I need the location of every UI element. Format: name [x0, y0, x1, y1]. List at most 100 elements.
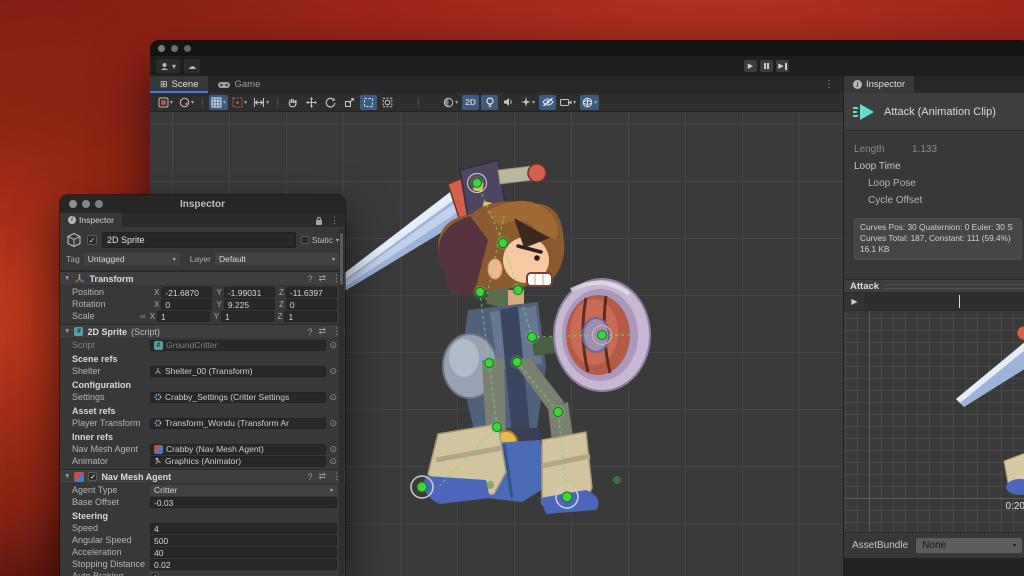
angular-speed-field[interactable]: 500 — [150, 535, 337, 546]
hidden-objects-toggle[interactable] — [539, 95, 556, 110]
lock-icon[interactable] — [315, 216, 323, 226]
object-picker-icon[interactable]: ⊙ — [329, 456, 337, 467]
loop-pose-row[interactable]: Loop Pose — [854, 175, 1022, 192]
preview-header[interactable]: Attack — [844, 279, 1024, 293]
script-object-field[interactable]: # GroundCritter — [150, 340, 326, 351]
stopping-distance-field[interactable]: 0.02 — [150, 559, 337, 570]
object-picker-icon[interactable]: ⊙ — [329, 444, 337, 455]
playhead[interactable] — [959, 295, 960, 308]
acceleration-field[interactable]: 40 — [150, 547, 337, 558]
cycle-offset-row[interactable]: Cycle Offset — [854, 192, 1022, 209]
auto-braking-checkbox[interactable]: ✓ — [150, 572, 159, 576]
close-window-button[interactable] — [69, 200, 77, 208]
tab-game[interactable]: Game — [208, 76, 270, 93]
tool-move-button[interactable] — [303, 95, 320, 110]
static-checkbox[interactable]: ✓ — [301, 236, 309, 244]
object-picker-icon[interactable]: ⊙ — [329, 418, 337, 429]
position-y-field[interactable]: -1.99031 — [224, 287, 275, 298]
window-titlebar[interactable] — [150, 40, 1024, 56]
presets-icon[interactable]: ⇄ — [318, 326, 326, 337]
play-button[interactable]: ▶ — [744, 60, 757, 72]
foldout-arrow-icon[interactable]: ▼ — [64, 473, 70, 480]
component-enabled-checkbox[interactable]: ✓ — [88, 472, 97, 481]
transform-component-header[interactable]: ▼ Transform ?⇄⋮ — [60, 271, 345, 286]
account-button[interactable]: ▾ — [156, 59, 180, 73]
knight-sprite[interactable] — [290, 142, 690, 562]
scale-y-field[interactable]: 1 — [221, 311, 274, 322]
gameobject-name-field[interactable]: 2D Sprite — [102, 232, 296, 248]
position-z-field[interactable]: -11.6397 — [286, 287, 337, 298]
static-control[interactable]: ✓ Static ▾ — [301, 235, 339, 245]
link-scale-icon[interactable]: ∞ — [140, 312, 146, 321]
tab-inspector[interactable]: i Inspector — [60, 213, 122, 227]
speed-field[interactable]: 4 — [150, 523, 337, 534]
object-picker-icon[interactable]: ⊙ — [329, 392, 337, 403]
foldout-arrow-icon[interactable]: ▼ — [64, 328, 70, 335]
tab-inspector[interactable]: i Inspector — [844, 76, 914, 93]
zoom-window-button[interactable] — [184, 45, 191, 52]
presets-icon[interactable]: ⇄ — [318, 273, 326, 284]
minimize-window-button[interactable] — [82, 200, 90, 208]
layer-dropdown[interactable]: Default▾ — [215, 253, 339, 265]
close-window-button[interactable] — [158, 45, 165, 52]
scale-z-field[interactable]: 1 — [284, 311, 337, 322]
agent-type-dropdown[interactable]: Critter▾ — [150, 485, 337, 496]
scale-x-field[interactable]: 1 — [157, 311, 210, 322]
player-transform-object-field[interactable]: Transform_Wondu (Transform Ar — [150, 418, 326, 429]
render-doc-dropdown[interactable]: ▾ — [441, 95, 460, 110]
scene-camera-dropdown[interactable]: ▾ — [558, 95, 578, 110]
script-component-header[interactable]: ▼ # 2D Sprite (Script) ?⇄⋮ — [60, 324, 345, 339]
step-button[interactable]: ▶ — [776, 60, 789, 72]
tool-rect-button[interactable] — [360, 95, 377, 110]
scene-lighting-toggle[interactable] — [481, 95, 498, 110]
gizmo-view-dropdown[interactable]: ▾ — [177, 95, 196, 110]
navmesh-component-header[interactable]: ▼ ✓ Nav Mesh Agent ?⇄⋮ — [60, 469, 345, 484]
position-x-field[interactable]: -21.6870 — [161, 287, 212, 298]
zoom-window-button[interactable] — [95, 200, 103, 208]
grid-snap-dropdown[interactable]: ▾ — [251, 95, 271, 110]
minimize-window-button[interactable] — [171, 45, 178, 52]
base-offset-field[interactable]: -0.03 — [150, 497, 337, 508]
preview-timeline[interactable] — [866, 293, 1024, 310]
scrollbar[interactable] — [339, 229, 344, 576]
navmesh-object-field[interactable]: Crabby (Nav Mesh Agent) — [150, 444, 326, 455]
tool-hand-button[interactable] — [284, 95, 301, 110]
loop-time-row[interactable]: Loop Time — [854, 158, 1022, 175]
pause-button[interactable] — [760, 60, 773, 72]
grid-visibility-toggle[interactable]: ▾ — [209, 95, 228, 110]
effects-dropdown[interactable]: ▾ — [519, 95, 537, 110]
assetbundle-dropdown[interactable]: None ▾ — [916, 538, 1022, 553]
rotation-y-field[interactable]: 9.225 — [224, 299, 275, 310]
animator-object-field[interactable]: Graphics (Animator) — [150, 456, 326, 467]
help-icon[interactable]: ? — [307, 274, 312, 284]
mode-2d-toggle[interactable]: 2D — [462, 95, 479, 110]
cloud-services-button[interactable]: ☁ — [184, 59, 200, 73]
rotation-z-field[interactable]: 0 — [286, 299, 337, 310]
preview-viewport[interactable]: 0:20 — [844, 311, 1024, 532]
draw-mode-dropdown[interactable]: ▾ — [156, 95, 175, 110]
snap-settings-dropdown[interactable]: ▾ — [230, 95, 249, 110]
gameobject-cube-icon[interactable] — [66, 232, 82, 248]
floating-titlebar[interactable]: Inspector — [60, 195, 345, 213]
presets-icon[interactable]: ⇄ — [318, 471, 326, 482]
tabbar-menu-button[interactable]: ⋮ — [824, 79, 834, 90]
object-picker-icon[interactable]: ⊙ — [329, 340, 337, 351]
scene-gizmo-dropdown[interactable]: ▾ — [580, 95, 599, 110]
help-icon[interactable]: ? — [307, 327, 312, 337]
scrollbar-thumb[interactable] — [340, 233, 343, 285]
panel-menu-button[interactable]: ⋮ — [330, 215, 339, 226]
scene-audio-toggle[interactable] — [500, 95, 517, 110]
tag-dropdown[interactable]: Untagged▾ — [84, 253, 180, 265]
help-icon[interactable]: ? — [307, 472, 312, 482]
tool-transform-button[interactable] — [379, 95, 396, 110]
drag-handle[interactable] — [885, 284, 1024, 289]
active-checkbox[interactable]: ✓ — [87, 235, 97, 245]
shelter-object-field[interactable]: Shelter_00 (Transform) — [150, 366, 326, 377]
rotation-x-field[interactable]: 0 — [161, 299, 212, 310]
tool-rotate-button[interactable] — [322, 95, 339, 110]
settings-object-field[interactable]: Crabby_Settings (Critter Settings — [150, 392, 326, 403]
preview-play-button[interactable]: ▶ — [844, 293, 866, 310]
foldout-arrow-icon[interactable]: ▼ — [64, 275, 70, 282]
tool-scale-button[interactable] — [341, 95, 358, 110]
tab-scene[interactable]: ⊞ Scene — [150, 76, 208, 93]
